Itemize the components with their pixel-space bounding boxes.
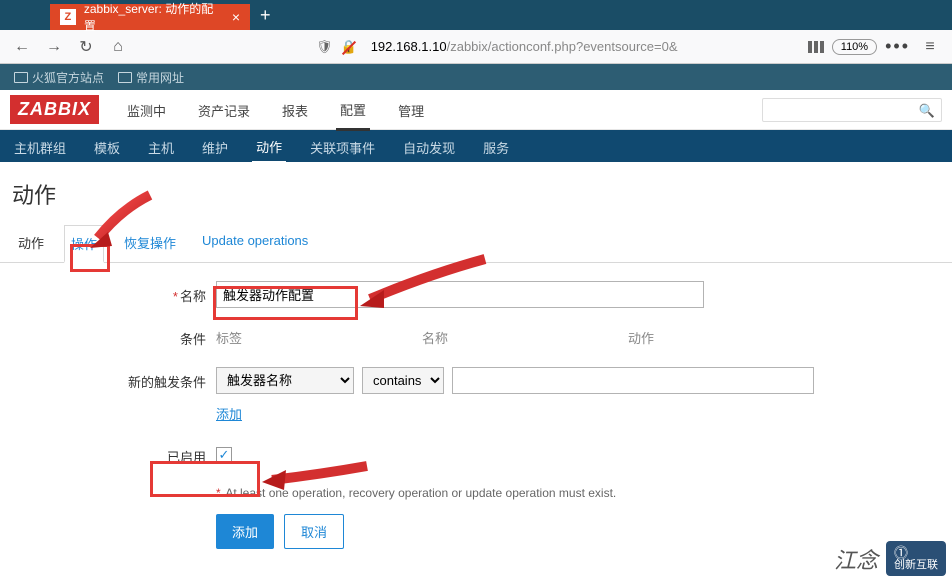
url-path: /zabbix/actionconf.php?eventsource=0& — [447, 39, 678, 54]
tab-action[interactable]: 动作 — [12, 225, 50, 263]
nav-inventory[interactable]: 资产记录 — [194, 90, 254, 129]
subnav-discovery[interactable]: 自动发现 — [399, 130, 459, 163]
watermark: 江念 ⓵创新互联 — [834, 541, 946, 576]
nav-configuration[interactable]: 配置 — [336, 89, 370, 131]
folder-icon — [14, 72, 28, 83]
url-domain: 192.168.1.10 — [371, 39, 447, 54]
folder-icon — [118, 72, 132, 83]
reload-button[interactable]: ↻ — [74, 35, 98, 59]
page-actions-icon[interactable]: ••• — [885, 36, 910, 57]
watermark-name: 江念 — [834, 543, 878, 575]
bookmark-item[interactable]: 火狐官方站点 — [14, 69, 104, 86]
search-input[interactable]: 🔍 — [762, 98, 942, 122]
zoom-badge[interactable]: 110% — [832, 39, 877, 55]
bookmarks-bar: 火狐官方站点 常用网址 — [0, 64, 952, 90]
browser-toolbar: ← → ↻ ⌂ 🛡 🔒 192.168.1.10/zabbix/actionco… — [0, 30, 952, 64]
condition-value-input[interactable] — [452, 367, 814, 394]
sub-nav: 主机群组 模板 主机 维护 动作 关联项事件 自动发现 服务 — [0, 130, 952, 162]
reader-mode-icon[interactable] — [808, 41, 824, 53]
bookmark-label: 常用网址 — [136, 69, 184, 86]
conditions-label: 条件 — [180, 332, 206, 347]
nav-reports[interactable]: 报表 — [278, 90, 312, 129]
subnav-actions[interactable]: 动作 — [252, 129, 286, 164]
cond-col-action: 动作 — [628, 328, 654, 347]
browser-tab-strip: Z zabbix_server: 动作的配置 × + — [0, 0, 952, 30]
hint-text: At least one operation, recovery operati… — [225, 486, 616, 500]
browser-tab[interactable]: Z zabbix_server: 动作的配置 × — [50, 4, 250, 30]
subnav-correlation[interactable]: 关联项事件 — [306, 130, 379, 163]
tab-title: zabbix_server: 动作的配置 — [84, 0, 224, 34]
page-title: 动作 — [0, 162, 952, 224]
subnav-maintenance[interactable]: 维护 — [198, 130, 232, 163]
watermark-brand: ⓵创新互联 — [886, 541, 946, 576]
condition-type-select[interactable]: 触发器名称 — [216, 367, 354, 394]
condition-op-select[interactable]: contains — [362, 367, 444, 394]
nav-monitoring[interactable]: 监测中 — [123, 90, 170, 129]
cond-col-name: 名称 — [422, 328, 448, 347]
search-icon: 🔍 — [919, 103, 935, 119]
enabled-label: 已启用 — [167, 450, 206, 465]
insecure-lock-icon[interactable]: 🔒 — [341, 39, 357, 55]
url-bar[interactable]: 192.168.1.10/zabbix/actionconf.php?event… — [365, 39, 800, 54]
name-label: 名称 — [180, 289, 206, 304]
forward-button[interactable]: → — [42, 35, 66, 59]
add-condition-link[interactable]: 添加 — [216, 404, 242, 423]
new-tab-button[interactable]: + — [250, 1, 281, 30]
bookmark-label: 火狐官方站点 — [32, 69, 104, 86]
app-content: ZABBIX 监测中 资产记录 报表 配置 管理 🔍 主机群组 模板 主机 维护… — [0, 90, 952, 582]
menu-icon[interactable]: ≡ — [918, 35, 942, 59]
cancel-button[interactable]: 取消 — [284, 514, 344, 549]
bookmark-item[interactable]: 常用网址 — [118, 69, 184, 86]
tab-favicon: Z — [60, 9, 76, 25]
logo[interactable]: ZABBIX — [10, 95, 99, 124]
subnav-hosts[interactable]: 主机 — [144, 130, 178, 163]
cond-col-tag: 标签 — [216, 328, 242, 347]
nav-administration[interactable]: 管理 — [394, 90, 428, 129]
tab-recovery-operations[interactable]: 恢复操作 — [118, 225, 182, 263]
subnav-services[interactable]: 服务 — [479, 130, 513, 163]
form-tabs: 动作 操作 恢复操作 Update operations — [0, 224, 952, 263]
main-nav: ZABBIX 监测中 资产记录 报表 配置 管理 🔍 — [0, 90, 952, 130]
name-input[interactable] — [216, 281, 704, 308]
subnav-hostgroups[interactable]: 主机群组 — [10, 130, 70, 163]
enabled-checkbox[interactable]: ✓ — [216, 447, 232, 463]
home-button[interactable]: ⌂ — [106, 35, 130, 59]
close-icon[interactable]: × — [232, 9, 240, 25]
action-form: *名称 条件 标签 名称 动作 新的触发条件 触发器名称 contains — [0, 263, 952, 559]
tab-operations[interactable]: 操作 — [64, 225, 104, 263]
back-button[interactable]: ← — [10, 35, 34, 59]
tab-update-operations[interactable]: Update operations — [196, 225, 314, 263]
subnav-templates[interactable]: 模板 — [90, 130, 124, 163]
new-condition-label: 新的触发条件 — [128, 375, 206, 390]
shield-icon[interactable]: 🛡 — [316, 39, 333, 55]
add-button[interactable]: 添加 — [216, 514, 274, 549]
